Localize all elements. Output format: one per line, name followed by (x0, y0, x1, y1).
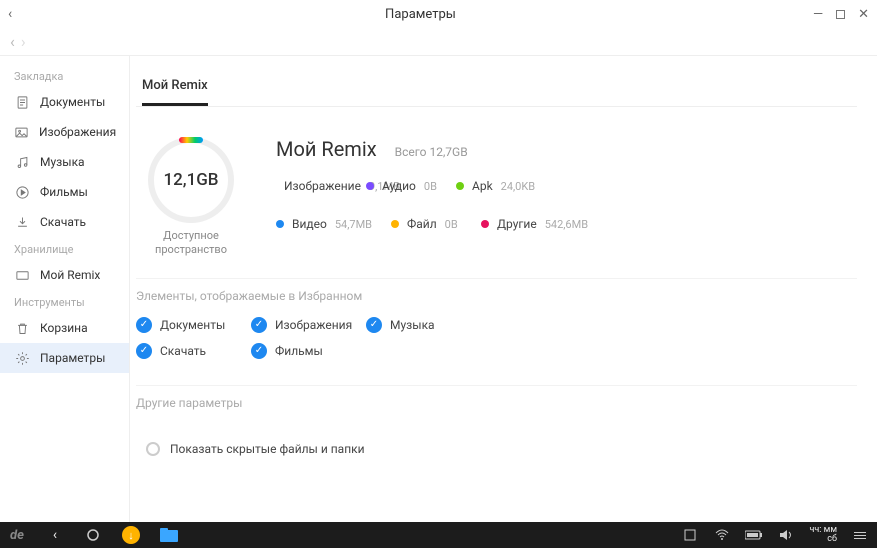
device-icon (14, 267, 30, 283)
radio-icon (146, 442, 160, 456)
sidebar-item-documents[interactable]: Документы (0, 87, 129, 117)
nav-forward-icon[interactable]: › (21, 32, 26, 51)
sidebar: Закладка Документы Изображения Музыка Фи… (0, 56, 130, 522)
image-icon (14, 124, 29, 140)
tabs: Мой Remix (136, 56, 857, 107)
sidebar-section-bookmark: Закладка (0, 64, 129, 87)
trash-icon (14, 320, 30, 336)
taskbar-menu-icon[interactable] (851, 526, 869, 544)
other-header: Другие параметры (136, 385, 857, 424)
taskbar-app1-icon[interactable]: ↓ (122, 526, 140, 544)
nav-back-icon[interactable]: ‹ (10, 32, 15, 51)
download-icon (14, 214, 30, 230)
tab-myremix[interactable]: Мой Remix (142, 78, 208, 106)
fav-images[interactable]: ✓Изображения (251, 317, 366, 333)
fav-download[interactable]: ✓Скачать (136, 343, 251, 359)
storage-panel: 12,1GB Доступное пространство Мой Remix … (136, 107, 857, 278)
cat-apk: Apk24,0KB (456, 179, 626, 193)
sidebar-label: Параметры (40, 351, 105, 365)
window-title: Параметры (28, 7, 813, 22)
sidebar-item-music[interactable]: Музыка (0, 147, 129, 177)
taskbar-logo-icon[interactable]: de (8, 526, 26, 544)
category-grid: Изображение9,1MB Аудио0B Apk24,0KB Видео… (276, 179, 857, 255)
sidebar-item-images[interactable]: Изображения (0, 117, 129, 147)
favorites-header: Элементы, отображаемые в Избранном (136, 278, 857, 317)
check-icon: ✓ (136, 317, 152, 333)
taskbar-clock[interactable]: чч: мм сб (809, 526, 837, 544)
sidebar-item-settings[interactable]: Параметры (0, 343, 129, 373)
cat-file: Файл0B (391, 217, 481, 231)
sidebar-section-storage: Хранилище (0, 237, 129, 260)
fav-music[interactable]: ✓Музыка (366, 317, 516, 333)
titlebar-back-icon[interactable]: ‹ (8, 6, 28, 22)
taskbar: de ‹ ↓ чч: мм сб (0, 522, 877, 548)
favorites-grid: ✓Документы ✓Изображения ✓Музыка ✓Скачать… (136, 317, 857, 385)
check-icon: ✓ (366, 317, 382, 333)
taskbar-folder-icon[interactable] (160, 526, 178, 544)
storage-title: Мой Remix (276, 137, 377, 161)
sidebar-item-movies[interactable]: Фильмы (0, 177, 129, 207)
music-icon (14, 154, 30, 170)
cat-audio: Аудио0B (366, 179, 456, 193)
taskbar-notify-icon[interactable] (681, 526, 699, 544)
sidebar-label: Корзина (40, 321, 88, 335)
taskbar-sound-icon[interactable] (777, 526, 795, 544)
sidebar-label: Музыка (40, 155, 85, 169)
window-controls: — ✕ (813, 7, 869, 22)
show-hidden-toggle[interactable]: Показать скрытые файлы и папки (136, 424, 857, 456)
dot-icon (391, 220, 399, 228)
close-button[interactable]: ✕ (858, 7, 869, 22)
nav-row: ‹ › (0, 28, 877, 56)
fav-documents[interactable]: ✓Документы (136, 317, 251, 333)
sidebar-label: Изображения (39, 125, 116, 139)
sidebar-item-myremix[interactable]: Мой Remix (0, 260, 129, 290)
cat-other: Другие542,6MB (481, 217, 651, 231)
titlebar: ‹ Параметры — ✕ (0, 0, 877, 28)
check-icon: ✓ (136, 343, 152, 359)
show-hidden-label: Показать скрытые файлы и папки (170, 442, 365, 456)
sidebar-label: Скачать (40, 215, 86, 229)
cat-video: Видео54,7MB (276, 217, 391, 231)
minimize-button[interactable]: — (813, 7, 823, 22)
dot-icon (481, 220, 489, 228)
main-content: Мой Remix 12,1GB Доступное пространство … (130, 56, 877, 522)
storage-gauge: 12,1GB (148, 137, 234, 223)
sidebar-label: Фильмы (40, 185, 88, 199)
gear-icon (14, 350, 30, 366)
fav-movies[interactable]: ✓Фильмы (251, 343, 401, 359)
gauge-arc (179, 137, 203, 143)
sidebar-label: Документы (40, 95, 105, 109)
taskbar-wifi-icon[interactable] (713, 526, 731, 544)
gauge-value: 12,1GB (163, 170, 218, 190)
maximize-button[interactable] (835, 7, 846, 22)
sidebar-item-download[interactable]: Скачать (0, 207, 129, 237)
dot-icon (276, 220, 284, 228)
storage-total: Всего 12,7GB (395, 145, 468, 159)
sidebar-item-trash[interactable]: Корзина (0, 313, 129, 343)
check-icon: ✓ (251, 317, 267, 333)
taskbar-back-icon[interactable]: ‹ (46, 526, 64, 544)
dot-icon (456, 182, 464, 190)
dot-icon (366, 182, 374, 190)
sidebar-label: Мой Remix (40, 268, 100, 282)
taskbar-circle-icon[interactable] (84, 526, 102, 544)
document-icon (14, 94, 30, 110)
gauge-label: Доступное пространство (136, 229, 246, 258)
sidebar-section-tools: Инструменты (0, 290, 129, 313)
movie-icon (14, 184, 30, 200)
check-icon: ✓ (251, 343, 267, 359)
taskbar-battery-icon[interactable] (745, 526, 763, 544)
cat-image: Изображение9,1MB (276, 179, 366, 193)
